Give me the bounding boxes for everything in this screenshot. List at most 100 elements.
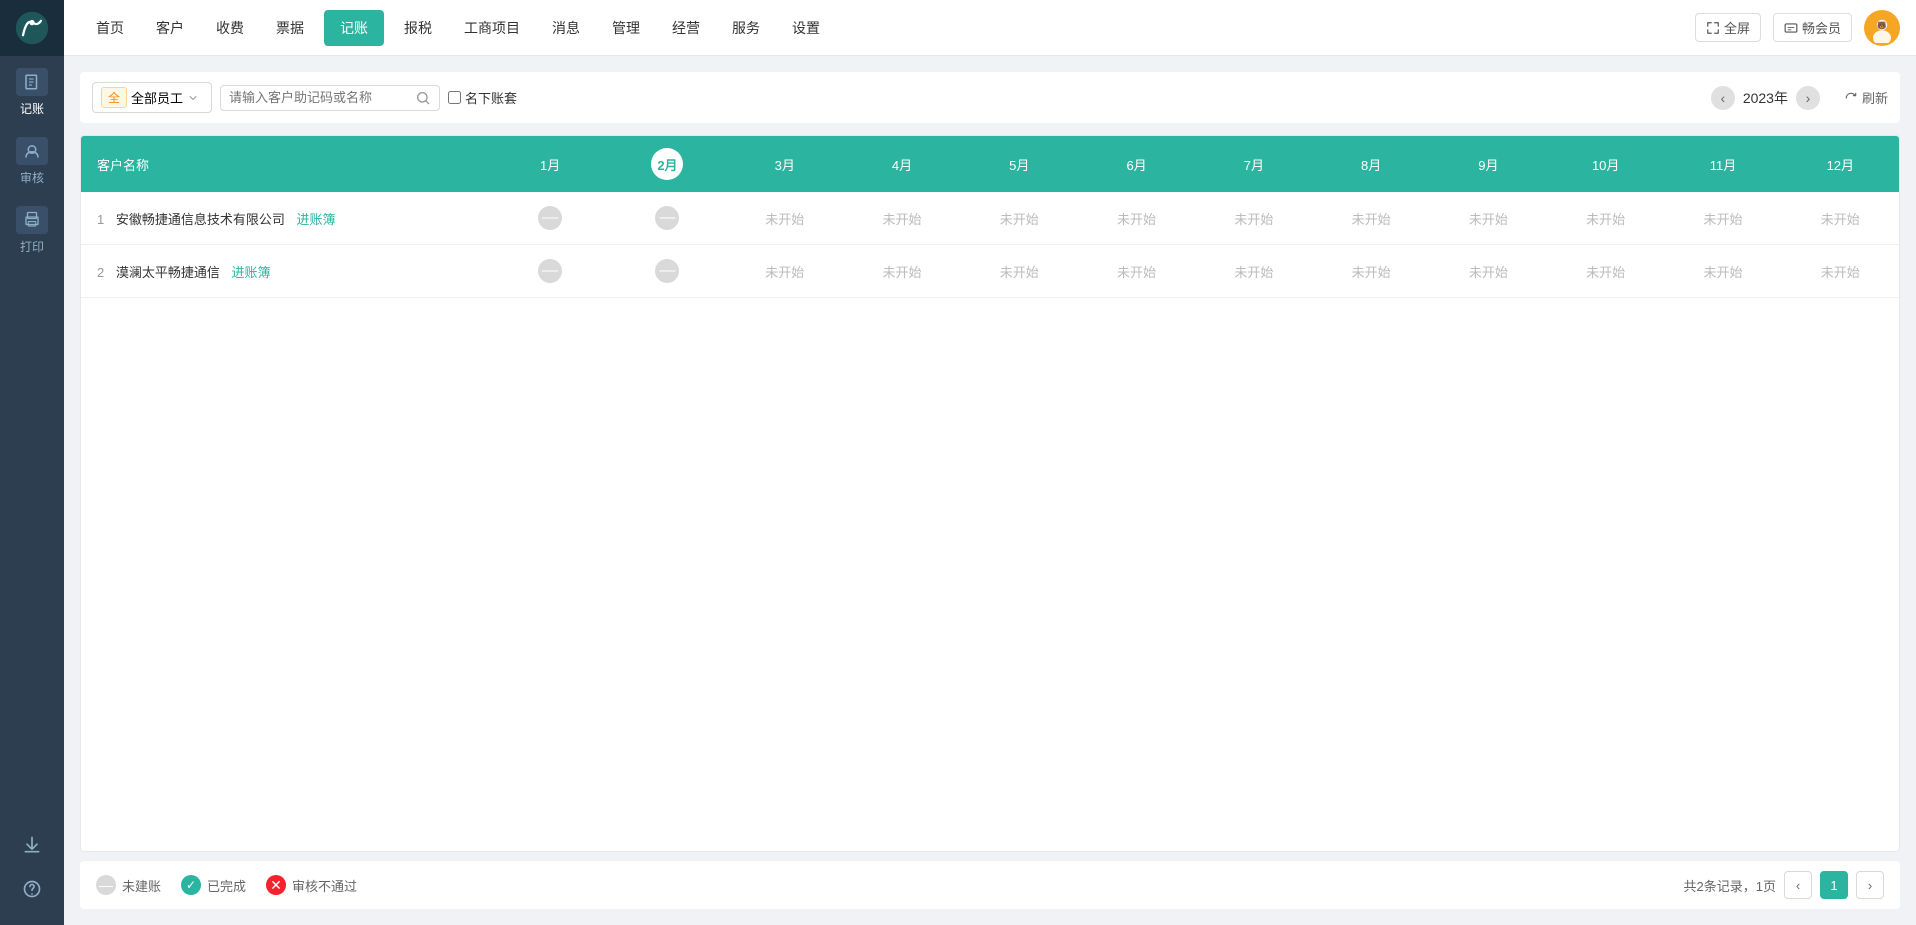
fullscreen-button[interactable]: 全屏: [1695, 13, 1761, 42]
row1-m1-status: —: [538, 206, 562, 230]
data-table-wrapper: 客户名称 1月 2月 3月: [80, 135, 1900, 852]
row1-num: 1: [97, 212, 104, 227]
row2-m2: —: [609, 245, 726, 298]
row2-m10: 未开始: [1547, 245, 1664, 298]
legend-gray-icon: —: [96, 875, 116, 895]
chevron-down-icon: [187, 92, 199, 104]
row2-m8: 未开始: [1312, 245, 1429, 298]
col-header-aug: 8月: [1312, 136, 1429, 192]
row1-m3-status: 未开始: [765, 212, 804, 227]
table-header: 客户名称 1月 2月 3月: [81, 136, 1899, 192]
row2-m8-status: 未开始: [1352, 265, 1391, 280]
sidebar-item-download[interactable]: [0, 825, 64, 865]
row1-m10: 未开始: [1547, 192, 1664, 245]
nav-ledger[interactable]: 记账: [324, 10, 384, 46]
account-checkbox[interactable]: [448, 91, 461, 104]
nav-biz[interactable]: 工商项目: [448, 0, 536, 56]
page-prev-button[interactable]: ‹: [1784, 871, 1812, 899]
row2-m9: 未开始: [1430, 245, 1547, 298]
row2-m4-status: 未开始: [882, 265, 921, 280]
row1-m6-status: 未开始: [1117, 212, 1156, 227]
refresh-label: 刷新: [1862, 88, 1888, 107]
row1-m9: 未开始: [1430, 192, 1547, 245]
ledger-icon: [16, 68, 48, 96]
legend-completed-label: 已完成: [207, 876, 246, 895]
member-icon: [1784, 21, 1798, 35]
col-header-may: 5月: [961, 136, 1078, 192]
avatar-image: 🐻: [1867, 13, 1897, 43]
legend-rejected: ✕ 审核不通过: [266, 875, 357, 895]
search-input[interactable]: [229, 90, 409, 105]
row2-m2-status: —: [655, 259, 679, 283]
nav-operation[interactable]: 经营: [656, 0, 716, 56]
row1-m2-status: —: [655, 206, 679, 230]
employee-select[interactable]: 全 全部员工: [92, 82, 212, 113]
row1-m4-status: 未开始: [882, 212, 921, 227]
row2-m11-status: 未开始: [1703, 265, 1742, 280]
nav-items: 首页 客户 收费 票据 记账 报税 工商项目 消息: [80, 0, 1695, 56]
nav-home[interactable]: 首页: [80, 0, 140, 56]
total-records: 共2条记录，1页: [1684, 876, 1776, 895]
row1-m5: 未开始: [961, 192, 1078, 245]
page-current[interactable]: 1: [1820, 871, 1848, 899]
nav-settings[interactable]: 设置: [776, 0, 836, 56]
row2-m10-status: 未开始: [1586, 265, 1625, 280]
row2-m9-status: 未开始: [1469, 265, 1508, 280]
refresh-button[interactable]: 刷新: [1844, 88, 1888, 107]
current-month-circle: 2月: [651, 148, 683, 180]
table-scroll: 客户名称 1月 2月 3月: [81, 136, 1899, 298]
sidebar: 记账 审核 打印: [0, 0, 64, 925]
row1-m4: 未开始: [843, 192, 960, 245]
main-area: 首页 客户 收费 票据 记账 报税 工商项目 消息: [64, 0, 1916, 925]
sidebar-logo: [0, 0, 64, 56]
row1-client-cell: 1 安徽畅捷通信息技术有限公司 进账簿: [81, 192, 492, 245]
sidebar-item-ledger[interactable]: 记账: [0, 56, 64, 125]
nav-tax[interactable]: 报税: [388, 0, 448, 56]
nav-manage[interactable]: 管理: [596, 0, 656, 56]
nav-client[interactable]: 客户: [140, 0, 200, 56]
col-header-client: 客户名称: [81, 136, 492, 192]
pagination: 共2条记录，1页 ‹ 1 ›: [1684, 871, 1884, 899]
nav-fee[interactable]: 收费: [200, 0, 260, 56]
search-icon[interactable]: [415, 90, 431, 106]
nav-invoice[interactable]: 票据: [260, 0, 320, 56]
row1-m8-status: 未开始: [1352, 212, 1391, 227]
year-next-button[interactable]: ›: [1796, 86, 1820, 110]
user-avatar[interactable]: 🐻: [1864, 10, 1900, 46]
refresh-icon: [1844, 91, 1858, 105]
page-next-button[interactable]: ›: [1856, 871, 1884, 899]
checkbox-label[interactable]: 名下账套: [448, 88, 517, 107]
member-button[interactable]: 畅会员: [1773, 13, 1852, 42]
nav-message[interactable]: 消息: [536, 0, 596, 56]
employee-tag: 全: [101, 87, 127, 108]
col-header-dec: 12月: [1782, 136, 1899, 192]
row2-m12-status: 未开始: [1821, 265, 1860, 280]
data-table: 客户名称 1月 2月 3月: [81, 136, 1899, 298]
table-footer: — 未建账 ✓ 已完成 ✕ 审核不通过 共2条记录，1页 ‹ 1 ›: [80, 860, 1900, 909]
row1-m3: 未开始: [726, 192, 843, 245]
toolbar: 全 全部员工 名下账套 ‹ 2023年 ›: [80, 72, 1900, 123]
row2-name: 漠澜太平畅捷通信: [116, 265, 220, 280]
col-header-jan: 1月: [492, 136, 609, 192]
row1-m11-status: 未开始: [1703, 212, 1742, 227]
row1-m10-status: 未开始: [1586, 212, 1625, 227]
row2-m1-status: —: [538, 259, 562, 283]
row1-m5-status: 未开始: [1000, 212, 1039, 227]
nav-service[interactable]: 服务: [716, 0, 776, 56]
sidebar-item-audit[interactable]: 审核: [0, 125, 64, 194]
sidebar-item-print[interactable]: 打印: [0, 194, 64, 263]
row2-m6: 未开始: [1078, 245, 1195, 298]
topnav-right: 全屏 畅会员 🐻: [1695, 10, 1900, 46]
row2-link[interactable]: 进账簿: [232, 265, 271, 280]
legend-rejected-label: 审核不通过: [292, 876, 357, 895]
sidebar-item-help[interactable]: [0, 869, 64, 909]
row1-m8: 未开始: [1312, 192, 1429, 245]
row2-m7: 未开始: [1195, 245, 1312, 298]
col-header-mar: 3月: [726, 136, 843, 192]
row2-m4: 未开始: [843, 245, 960, 298]
row2-m11: 未开始: [1664, 245, 1781, 298]
col-header-oct: 10月: [1547, 136, 1664, 192]
year-prev-button[interactable]: ‹: [1711, 86, 1735, 110]
row1-link[interactable]: 进账簿: [297, 212, 336, 227]
row2-m7-status: 未开始: [1234, 265, 1273, 280]
